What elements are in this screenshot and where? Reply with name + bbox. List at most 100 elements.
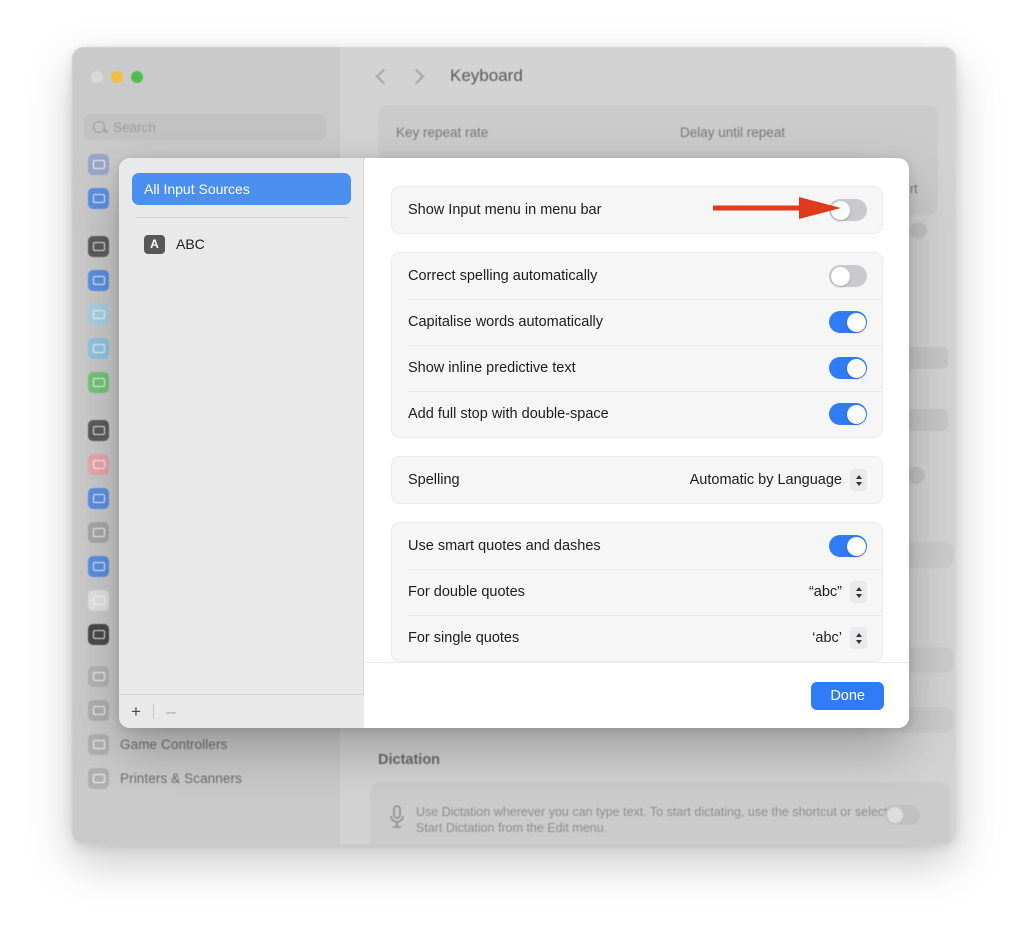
game-center-icon bbox=[88, 589, 109, 611]
settings-row[interactable]: Use smart quotes and dashes bbox=[392, 523, 882, 569]
sidebar-item-label: Game Controllers bbox=[120, 736, 228, 752]
trackpad-icon bbox=[88, 699, 109, 721]
all-input-sources-label: All Input Sources bbox=[144, 181, 250, 197]
printers-scanners-icon bbox=[88, 767, 109, 789]
sidebar-divider bbox=[136, 217, 347, 218]
settings-row[interactable]: Add full stop with double-space bbox=[392, 391, 882, 437]
settings-row[interactable]: For double quotes “abc” bbox=[392, 569, 882, 615]
sidebar-item-accessibility[interactable] bbox=[72, 181, 120, 215]
settings-row-label: For double quotes bbox=[408, 584, 525, 600]
sidebar-item-appearance[interactable] bbox=[72, 147, 120, 181]
chevron-up-down-icon bbox=[850, 581, 867, 603]
popup-button[interactable]: “abc” bbox=[809, 581, 867, 603]
settings-row-label: Spelling bbox=[408, 472, 460, 488]
settings-row-label: Use smart quotes and dashes bbox=[408, 538, 601, 554]
settings-group: Correct spelling automatically Capitalise… bbox=[391, 252, 883, 438]
sheet-settings-list: Show Input menu in menu bar Correct spell… bbox=[365, 158, 909, 662]
chevron-up-down-icon bbox=[850, 627, 867, 649]
lock-screen-icon bbox=[88, 419, 109, 441]
sheet-main: Show Input menu in menu bar Correct spell… bbox=[365, 158, 909, 728]
settings-row-label: Show Input menu in menu bar bbox=[408, 202, 602, 218]
sidebar-item-passwords[interactable] bbox=[72, 515, 120, 549]
popup-button[interactable]: Automatic by Language bbox=[690, 469, 867, 491]
list-item[interactable]: A ABC bbox=[132, 229, 351, 259]
wallet-apple-pay-icon bbox=[88, 623, 109, 645]
search-placeholder: Search bbox=[113, 119, 156, 135]
settings-row[interactable]: Show inline predictive text bbox=[392, 345, 882, 391]
popup-button[interactable]: ‘abc’ bbox=[812, 627, 867, 649]
sidebar-item-displays[interactable] bbox=[72, 297, 120, 331]
settings-group: Spelling Automatic by Language bbox=[391, 456, 883, 504]
search-input[interactable]: Search bbox=[84, 114, 326, 140]
done-button[interactable]: Done bbox=[811, 681, 884, 710]
sidebar-item-all-input-sources[interactable]: All Input Sources bbox=[132, 173, 351, 205]
displays-icon bbox=[88, 303, 109, 325]
sidebar-item-lock-screen[interactable] bbox=[72, 413, 120, 447]
zoom-button[interactable] bbox=[131, 71, 143, 83]
chevron-right-icon[interactable] bbox=[408, 68, 425, 84]
battery-icon bbox=[88, 371, 109, 393]
toggle-switch[interactable] bbox=[829, 357, 867, 379]
toggle-switch[interactable] bbox=[829, 403, 867, 425]
input-sources-list: All Input Sources A ABC bbox=[119, 173, 364, 259]
sidebar-item-touch-id[interactable] bbox=[72, 447, 120, 481]
sidebar-item-internet-accounts[interactable] bbox=[72, 549, 120, 583]
sheet-footer: Done bbox=[365, 662, 909, 728]
pane-navigation[interactable]: Keyboard bbox=[375, 66, 523, 86]
sidebar-item-desktop-dock[interactable] bbox=[72, 263, 120, 297]
sidebar-item-game-controllers[interactable]: Game Controllers bbox=[72, 727, 227, 761]
remove-input-source-button[interactable]: – bbox=[154, 695, 188, 729]
search-icon bbox=[93, 121, 105, 133]
window-traffic-lights[interactable] bbox=[91, 71, 143, 83]
desktop-dock-icon bbox=[88, 269, 109, 291]
chevron-left-icon[interactable] bbox=[375, 68, 392, 84]
sidebar-item-label: Printers & Scanners bbox=[120, 770, 242, 786]
touch-id-icon bbox=[88, 453, 109, 475]
settings-row[interactable]: Correct spelling automatically bbox=[392, 253, 882, 299]
toggle-switch[interactable] bbox=[829, 265, 867, 287]
accessibility-icon bbox=[88, 187, 109, 209]
appearance-icon bbox=[88, 153, 109, 175]
minimize-button[interactable] bbox=[111, 71, 123, 83]
sidebar-item-wallet-apple-pay[interactable] bbox=[72, 617, 120, 651]
sidebar-item-battery[interactable] bbox=[72, 365, 120, 399]
sidebar-item-game-center[interactable] bbox=[72, 583, 120, 617]
settings-row-label: Capitalise words automatically bbox=[408, 314, 604, 330]
keyboard-icon bbox=[88, 665, 109, 687]
dictation-toggle[interactable] bbox=[885, 805, 920, 825]
toggle-switch[interactable] bbox=[829, 311, 867, 333]
settings-row[interactable]: For single quotes ‘abc’ bbox=[392, 615, 882, 661]
sidebar-item-keyboard[interactable] bbox=[72, 659, 120, 693]
sidebar-item-printers-scanners[interactable]: Printers & Scanners bbox=[72, 761, 242, 795]
settings-row[interactable]: Capitalise words automatically bbox=[392, 299, 882, 345]
settings-row-label: Show inline predictive text bbox=[408, 360, 576, 376]
input-sources-toolbar: + – bbox=[119, 694, 364, 728]
settings-row-label: Add full stop with double-space bbox=[408, 406, 609, 422]
sidebar-item-users-groups[interactable] bbox=[72, 481, 120, 515]
settings-row-label: Correct spelling automatically bbox=[408, 268, 598, 284]
shortcuts-partial-label: rt bbox=[910, 182, 918, 196]
settings-row[interactable]: Spelling Automatic by Language bbox=[392, 457, 882, 503]
popup-value: ‘abc’ bbox=[812, 630, 842, 646]
delay-until-repeat-label: Delay until repeat bbox=[680, 125, 786, 140]
input-source-badge-icon: A bbox=[144, 234, 165, 254]
toggle-switch[interactable] bbox=[829, 535, 867, 557]
dictation-heading: Dictation bbox=[378, 752, 441, 768]
internet-accounts-icon bbox=[88, 555, 109, 577]
users-groups-icon bbox=[88, 487, 109, 509]
page-title: Keyboard bbox=[450, 66, 523, 85]
dictation-fineprint: Dictation processes many voice inputs on… bbox=[416, 842, 896, 844]
dictation-description: Use Dictation wherever you can type text… bbox=[416, 805, 888, 835]
microphone-icon bbox=[390, 805, 404, 828]
game-controllers-icon bbox=[88, 733, 109, 755]
sidebar-item-screen-saver[interactable] bbox=[72, 331, 120, 365]
input-source-label: ABC bbox=[176, 236, 205, 252]
sidebar-item-control-centre[interactable] bbox=[72, 229, 120, 263]
popup-value: Automatic by Language bbox=[689, 472, 842, 488]
red-arrow-annotation bbox=[713, 197, 841, 219]
screen-saver-icon bbox=[88, 337, 109, 359]
control-centre-icon bbox=[88, 235, 109, 257]
popup-value: “abc” bbox=[808, 584, 842, 600]
add-input-source-button[interactable]: + bbox=[119, 695, 153, 729]
close-button[interactable] bbox=[91, 71, 103, 83]
